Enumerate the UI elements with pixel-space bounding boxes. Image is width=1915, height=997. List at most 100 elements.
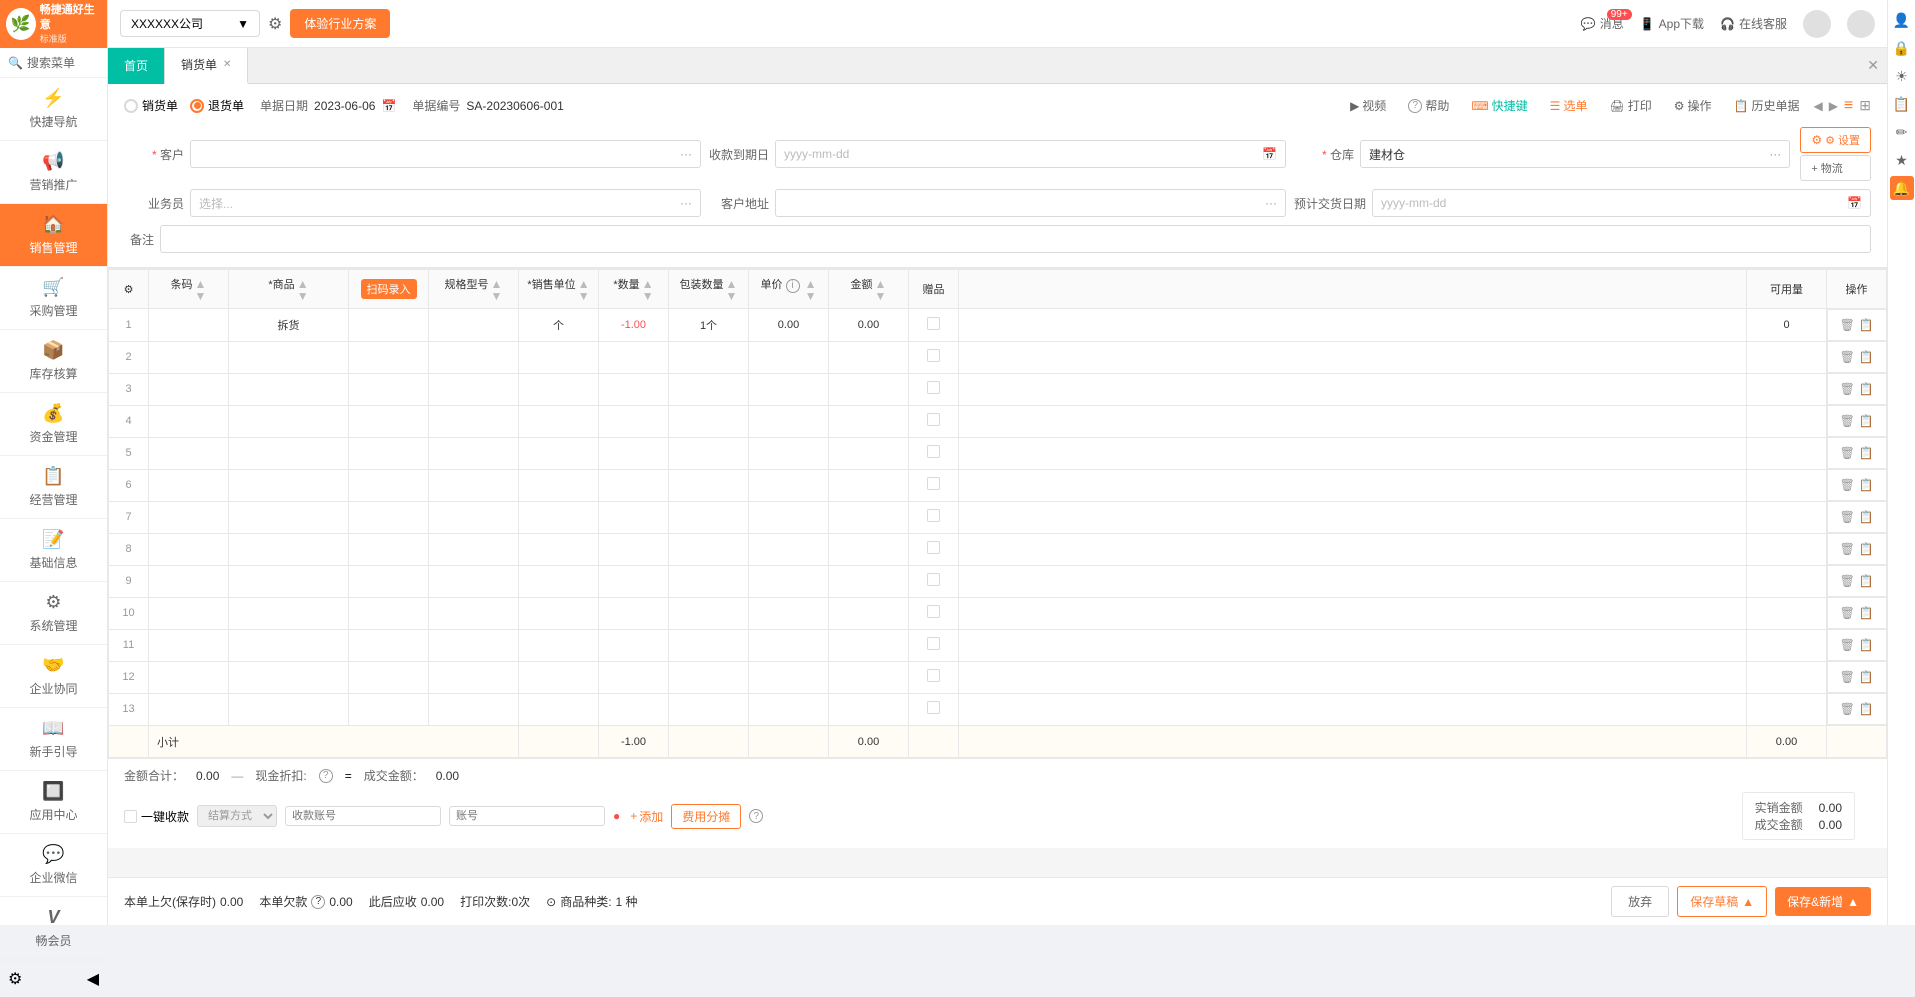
avatar-secondary[interactable]	[1847, 10, 1875, 38]
row-qty[interactable]	[599, 405, 669, 437]
row-product[interactable]	[229, 629, 349, 661]
customer-address-input[interactable]: ···	[775, 189, 1286, 217]
row-pkg-qty[interactable]	[669, 597, 749, 629]
settings-gear-icon[interactable]: ⚙	[268, 14, 282, 34]
delete-row-icon[interactable]: 🗑	[1840, 542, 1855, 556]
right-panel-lock-btn[interactable]: 🔒	[1890, 36, 1914, 60]
row-price[interactable]	[749, 341, 829, 373]
account-number-input[interactable]	[285, 806, 441, 826]
row-barcode[interactable]	[149, 437, 229, 469]
row-gift[interactable]	[909, 661, 959, 693]
row-barcode[interactable]	[149, 565, 229, 597]
row-unit[interactable]	[519, 629, 599, 661]
row-amount[interactable]	[829, 693, 909, 726]
sidebar-item-quick-nav[interactable]: ⚡ 快捷导航	[0, 78, 107, 141]
row-pkg-qty[interactable]	[669, 341, 749, 373]
row-gift[interactable]	[909, 309, 959, 342]
row-pkg-qty[interactable]	[669, 693, 749, 726]
row-qty[interactable]	[599, 501, 669, 533]
list-view-icon[interactable]: ≡	[1844, 97, 1853, 115]
prev-record-icon[interactable]: ◀	[1813, 99, 1822, 113]
online-support-btn[interactable]: 🎧 在线客服	[1720, 15, 1787, 32]
expense-help-icon[interactable]: ?	[749, 809, 763, 823]
warehouse-input[interactable]: 建材仓 ···	[1360, 140, 1790, 168]
row-price[interactable]	[749, 629, 829, 661]
tab-sales-order[interactable]: 销货单 ✕	[165, 48, 248, 84]
sidebar-item-search[interactable]: 🔍 搜索菜单	[0, 48, 107, 78]
row-product[interactable]	[229, 533, 349, 565]
close-all-tabs-icon[interactable]: ✕	[1859, 57, 1887, 74]
sidebar-item-marketing[interactable]: 📢 营销推广	[0, 141, 107, 204]
save-draft-dropdown-icon[interactable]: ▲	[1742, 895, 1754, 909]
row-price[interactable]	[749, 565, 829, 597]
row-price[interactable]	[749, 373, 829, 405]
row-amount[interactable]	[829, 501, 909, 533]
delete-row-icon[interactable]: 🗑	[1840, 478, 1855, 492]
row-amount[interactable]	[829, 661, 909, 693]
copy-row-icon[interactable]: 📋	[1859, 318, 1874, 332]
row-gift[interactable]	[909, 373, 959, 405]
row-spec[interactable]	[429, 309, 519, 342]
row-barcode[interactable]	[149, 501, 229, 533]
row-pkg-qty[interactable]	[669, 469, 749, 501]
sidebar-item-purchase[interactable]: 🛒 采购管理	[0, 267, 107, 330]
row-product[interactable]	[229, 565, 349, 597]
row-unit[interactable]	[519, 565, 599, 597]
tab-close-icon[interactable]: ✕	[223, 59, 231, 70]
row-price[interactable]	[749, 501, 829, 533]
copy-row-icon[interactable]: 📋	[1859, 382, 1874, 396]
radio-return-order[interactable]: 退货单	[190, 97, 244, 114]
delete-row-icon[interactable]: 🗑	[1840, 446, 1855, 460]
delete-row-icon[interactable]: 🗑	[1840, 574, 1855, 588]
th-settings[interactable]: ⚙	[109, 270, 149, 309]
row-unit[interactable]	[519, 341, 599, 373]
save-new-dropdown-icon[interactable]: ▲	[1847, 895, 1859, 909]
row-price[interactable]	[749, 661, 829, 693]
copy-row-icon[interactable]: 📋	[1859, 670, 1874, 684]
row-unit[interactable]	[519, 469, 599, 501]
row-product[interactable]	[229, 597, 349, 629]
sidebar-settings-icon[interactable]: ⚙	[8, 969, 22, 989]
right-panel-star-btn[interactable]: ★	[1890, 148, 1914, 172]
calendar-icon[interactable]: 📅	[381, 99, 396, 113]
row-price[interactable]	[749, 437, 829, 469]
help-btn[interactable]: ? 帮助	[1400, 94, 1457, 117]
next-record-icon[interactable]: ▶	[1829, 99, 1838, 113]
row-spec[interactable]	[429, 629, 519, 661]
message-btn[interactable]: 💬 消息 99+	[1581, 15, 1624, 32]
operate-btn[interactable]: ⚙ 操作	[1666, 94, 1720, 117]
row-spec[interactable]	[429, 565, 519, 597]
sidebar-item-management[interactable]: 📋 经营管理	[0, 456, 107, 519]
row-spec[interactable]	[429, 533, 519, 565]
row-qty[interactable]	[599, 661, 669, 693]
row-qty[interactable]	[599, 597, 669, 629]
sidebar-item-sales[interactable]: 🏠 销售管理	[0, 204, 107, 267]
row-qty[interactable]	[599, 565, 669, 597]
row-product[interactable]: 拆货	[229, 309, 349, 342]
delete-row-icon[interactable]: 🗑	[1840, 670, 1855, 684]
row-price[interactable]: 0.00	[749, 309, 829, 342]
row-spec[interactable]	[429, 469, 519, 501]
salesperson-input[interactable]: 选择... ···	[190, 189, 701, 217]
due-date-input[interactable]: yyyy-mm-dd 📅	[775, 140, 1286, 168]
row-gift[interactable]	[909, 469, 959, 501]
right-panel-notification-btn[interactable]: 🔔	[1890, 176, 1914, 200]
row-pkg-qty[interactable]	[669, 533, 749, 565]
row-qty[interactable]	[599, 629, 669, 661]
row-unit[interactable]	[519, 693, 599, 726]
row-pkg-qty[interactable]	[669, 437, 749, 469]
row-pkg-qty[interactable]	[669, 405, 749, 437]
copy-row-icon[interactable]: 📋	[1859, 638, 1874, 652]
copy-row-icon[interactable]: 📋	[1859, 414, 1874, 428]
sidebar-item-member[interactable]: V 畅会员	[0, 897, 107, 960]
shortcut-btn[interactable]: ⌨ 快捷键	[1463, 94, 1535, 117]
sidebar-item-basic-info[interactable]: 📝 基础信息	[0, 519, 107, 582]
row-amount[interactable]	[829, 341, 909, 373]
grid-view-icon[interactable]: ⊞	[1859, 97, 1871, 114]
row-gift[interactable]	[909, 405, 959, 437]
right-panel-edit-btn[interactable]: ✏	[1890, 120, 1914, 144]
row-unit[interactable]	[519, 501, 599, 533]
row-price[interactable]	[749, 533, 829, 565]
expected-date-calendar-icon[interactable]: 📅	[1847, 196, 1862, 210]
delete-row-icon[interactable]: 🗑	[1840, 606, 1855, 620]
